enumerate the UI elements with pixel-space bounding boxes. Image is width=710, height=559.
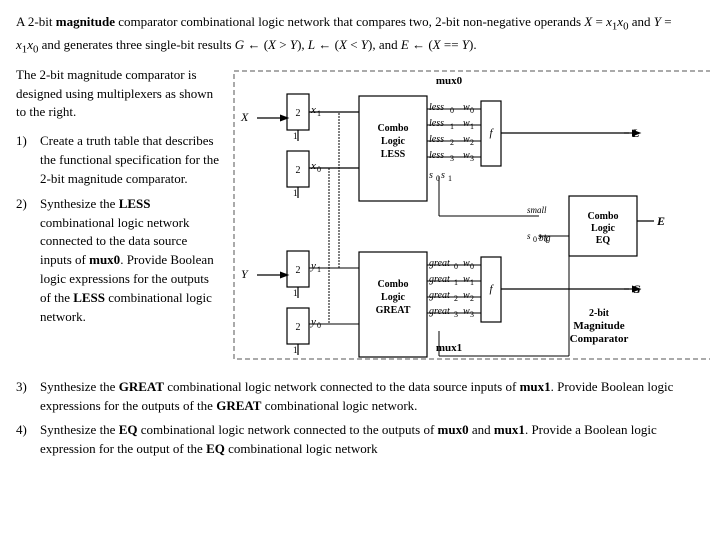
svg-text:less: less [429, 150, 444, 161]
svg-text:Y: Y [241, 267, 249, 281]
svg-text:s: s [538, 231, 542, 241]
comparator-desc: The 2-bit magnitude comparator is design… [16, 66, 221, 123]
svg-text:less: less [429, 102, 444, 113]
svg-text:mux0: mux0 [436, 75, 463, 87]
svg-text:3: 3 [470, 310, 474, 319]
svg-text:2: 2 [296, 108, 301, 119]
svg-text:2: 2 [296, 322, 301, 333]
svg-text:w: w [463, 150, 470, 161]
svg-text:y: y [310, 316, 316, 328]
svg-text:Combo: Combo [377, 279, 408, 290]
item-text-2: Synthesize the LESS combinational logic … [40, 195, 221, 327]
svg-text:2: 2 [450, 138, 454, 147]
svg-text:2: 2 [470, 294, 474, 303]
svg-text:1: 1 [317, 109, 321, 118]
svg-text:great: great [429, 306, 450, 317]
svg-text:0: 0 [470, 106, 474, 115]
svg-text:w: w [463, 258, 470, 269]
svg-text:1: 1 [470, 122, 474, 131]
item-text-1: Create a truth table that describes the … [40, 132, 221, 189]
item-text-4: Synthesize the EQ combinational logic ne… [40, 421, 694, 459]
svg-text:E: E [656, 214, 665, 228]
svg-text:mux1: mux1 [436, 342, 462, 354]
svg-text:Magnitude: Magnitude [573, 320, 624, 332]
main-layout: The 2-bit magnitude comparator is design… [16, 66, 694, 370]
svg-text:Comparator: Comparator [570, 333, 629, 345]
diagram-area: mux0 mux1 2 1 2 1 X x1 [229, 66, 710, 370]
page-content: A 2-bit magnitude comparator combination… [16, 12, 694, 459]
svg-text:less: less [429, 118, 444, 129]
svg-text:Logic: Logic [591, 223, 615, 234]
item-num-2: 2) [16, 195, 34, 327]
svg-text:w: w [463, 118, 470, 129]
svg-text:great: great [429, 290, 450, 301]
svg-text:1: 1 [450, 122, 454, 131]
svg-text:1: 1 [293, 131, 298, 141]
svg-text:x: x [310, 160, 316, 172]
svg-text:1: 1 [470, 278, 474, 287]
svg-text:x: x [310, 104, 316, 116]
svg-text:2: 2 [454, 294, 458, 303]
svg-text:0: 0 [454, 262, 458, 271]
intro-paragraph: A 2-bit magnitude comparator combination… [16, 12, 694, 58]
bold-magnitude: magnitude [56, 14, 115, 29]
svg-text:3: 3 [450, 154, 454, 163]
svg-text:0: 0 [317, 321, 321, 330]
svg-text:X: X [240, 110, 249, 124]
svg-text:0: 0 [470, 262, 474, 271]
svg-text:GREAT: GREAT [376, 305, 411, 316]
svg-text:y: y [310, 260, 316, 272]
item-num-4: 4) [16, 421, 34, 459]
svg-text:s: s [527, 231, 531, 241]
svg-text:0: 0 [533, 235, 537, 244]
svg-text:Combo: Combo [587, 211, 618, 222]
svg-text:2: 2 [296, 265, 301, 276]
left-text: The 2-bit magnitude comparator is design… [16, 66, 221, 333]
svg-text:1: 1 [293, 288, 298, 298]
svg-text:2: 2 [296, 165, 301, 176]
svg-text:Logic: Logic [381, 136, 405, 147]
item-text-3: Synthesize the GREAT combinational logic… [40, 378, 694, 416]
svg-text:f: f [489, 127, 494, 139]
svg-text:great: great [429, 274, 450, 285]
bottom-section: 3) Synthesize the GREAT combinational lo… [16, 378, 694, 459]
svg-text:1: 1 [317, 265, 321, 274]
svg-text:Combo: Combo [377, 123, 408, 134]
svg-text:EQ: EQ [596, 235, 611, 246]
svg-text:LESS: LESS [381, 149, 406, 160]
item-num-1: 1) [16, 132, 34, 189]
svg-text:1: 1 [544, 235, 548, 244]
svg-text:w: w [463, 274, 470, 285]
svg-text:Logic: Logic [381, 292, 405, 303]
svg-text:1: 1 [293, 188, 298, 198]
svg-text:2-bit: 2-bit [589, 308, 610, 319]
circuit-diagram: mux0 mux1 2 1 2 1 X x1 [229, 66, 710, 366]
svg-text:f: f [489, 283, 494, 295]
svg-text:3: 3 [454, 310, 458, 319]
item-3: 3) Synthesize the GREAT combinational lo… [16, 378, 694, 416]
svg-text:s: s [441, 170, 445, 181]
svg-text:less: less [429, 134, 444, 145]
svg-text:w: w [463, 134, 470, 145]
list-item-2: 2) Synthesize the LESS combinational log… [16, 195, 221, 327]
svg-text:w: w [463, 102, 470, 113]
svg-text:3: 3 [470, 154, 474, 163]
svg-text:w: w [463, 290, 470, 301]
svg-text:s: s [429, 170, 433, 181]
svg-text:1: 1 [293, 345, 298, 355]
numbered-list: 1) Create a truth table that describes t… [16, 132, 221, 326]
svg-text:0: 0 [450, 106, 454, 115]
svg-text:2: 2 [470, 138, 474, 147]
svg-text:w: w [463, 306, 470, 317]
svg-text:1: 1 [454, 278, 458, 287]
list-item-1: 1) Create a truth table that describes t… [16, 132, 221, 189]
item-num-3: 3) [16, 378, 34, 416]
svg-text:0: 0 [317, 165, 321, 174]
item-4: 4) Synthesize the EQ combinational logic… [16, 421, 694, 459]
svg-text:great: great [429, 258, 450, 269]
svg-text:1: 1 [448, 174, 452, 183]
svg-text:small: small [527, 205, 547, 215]
